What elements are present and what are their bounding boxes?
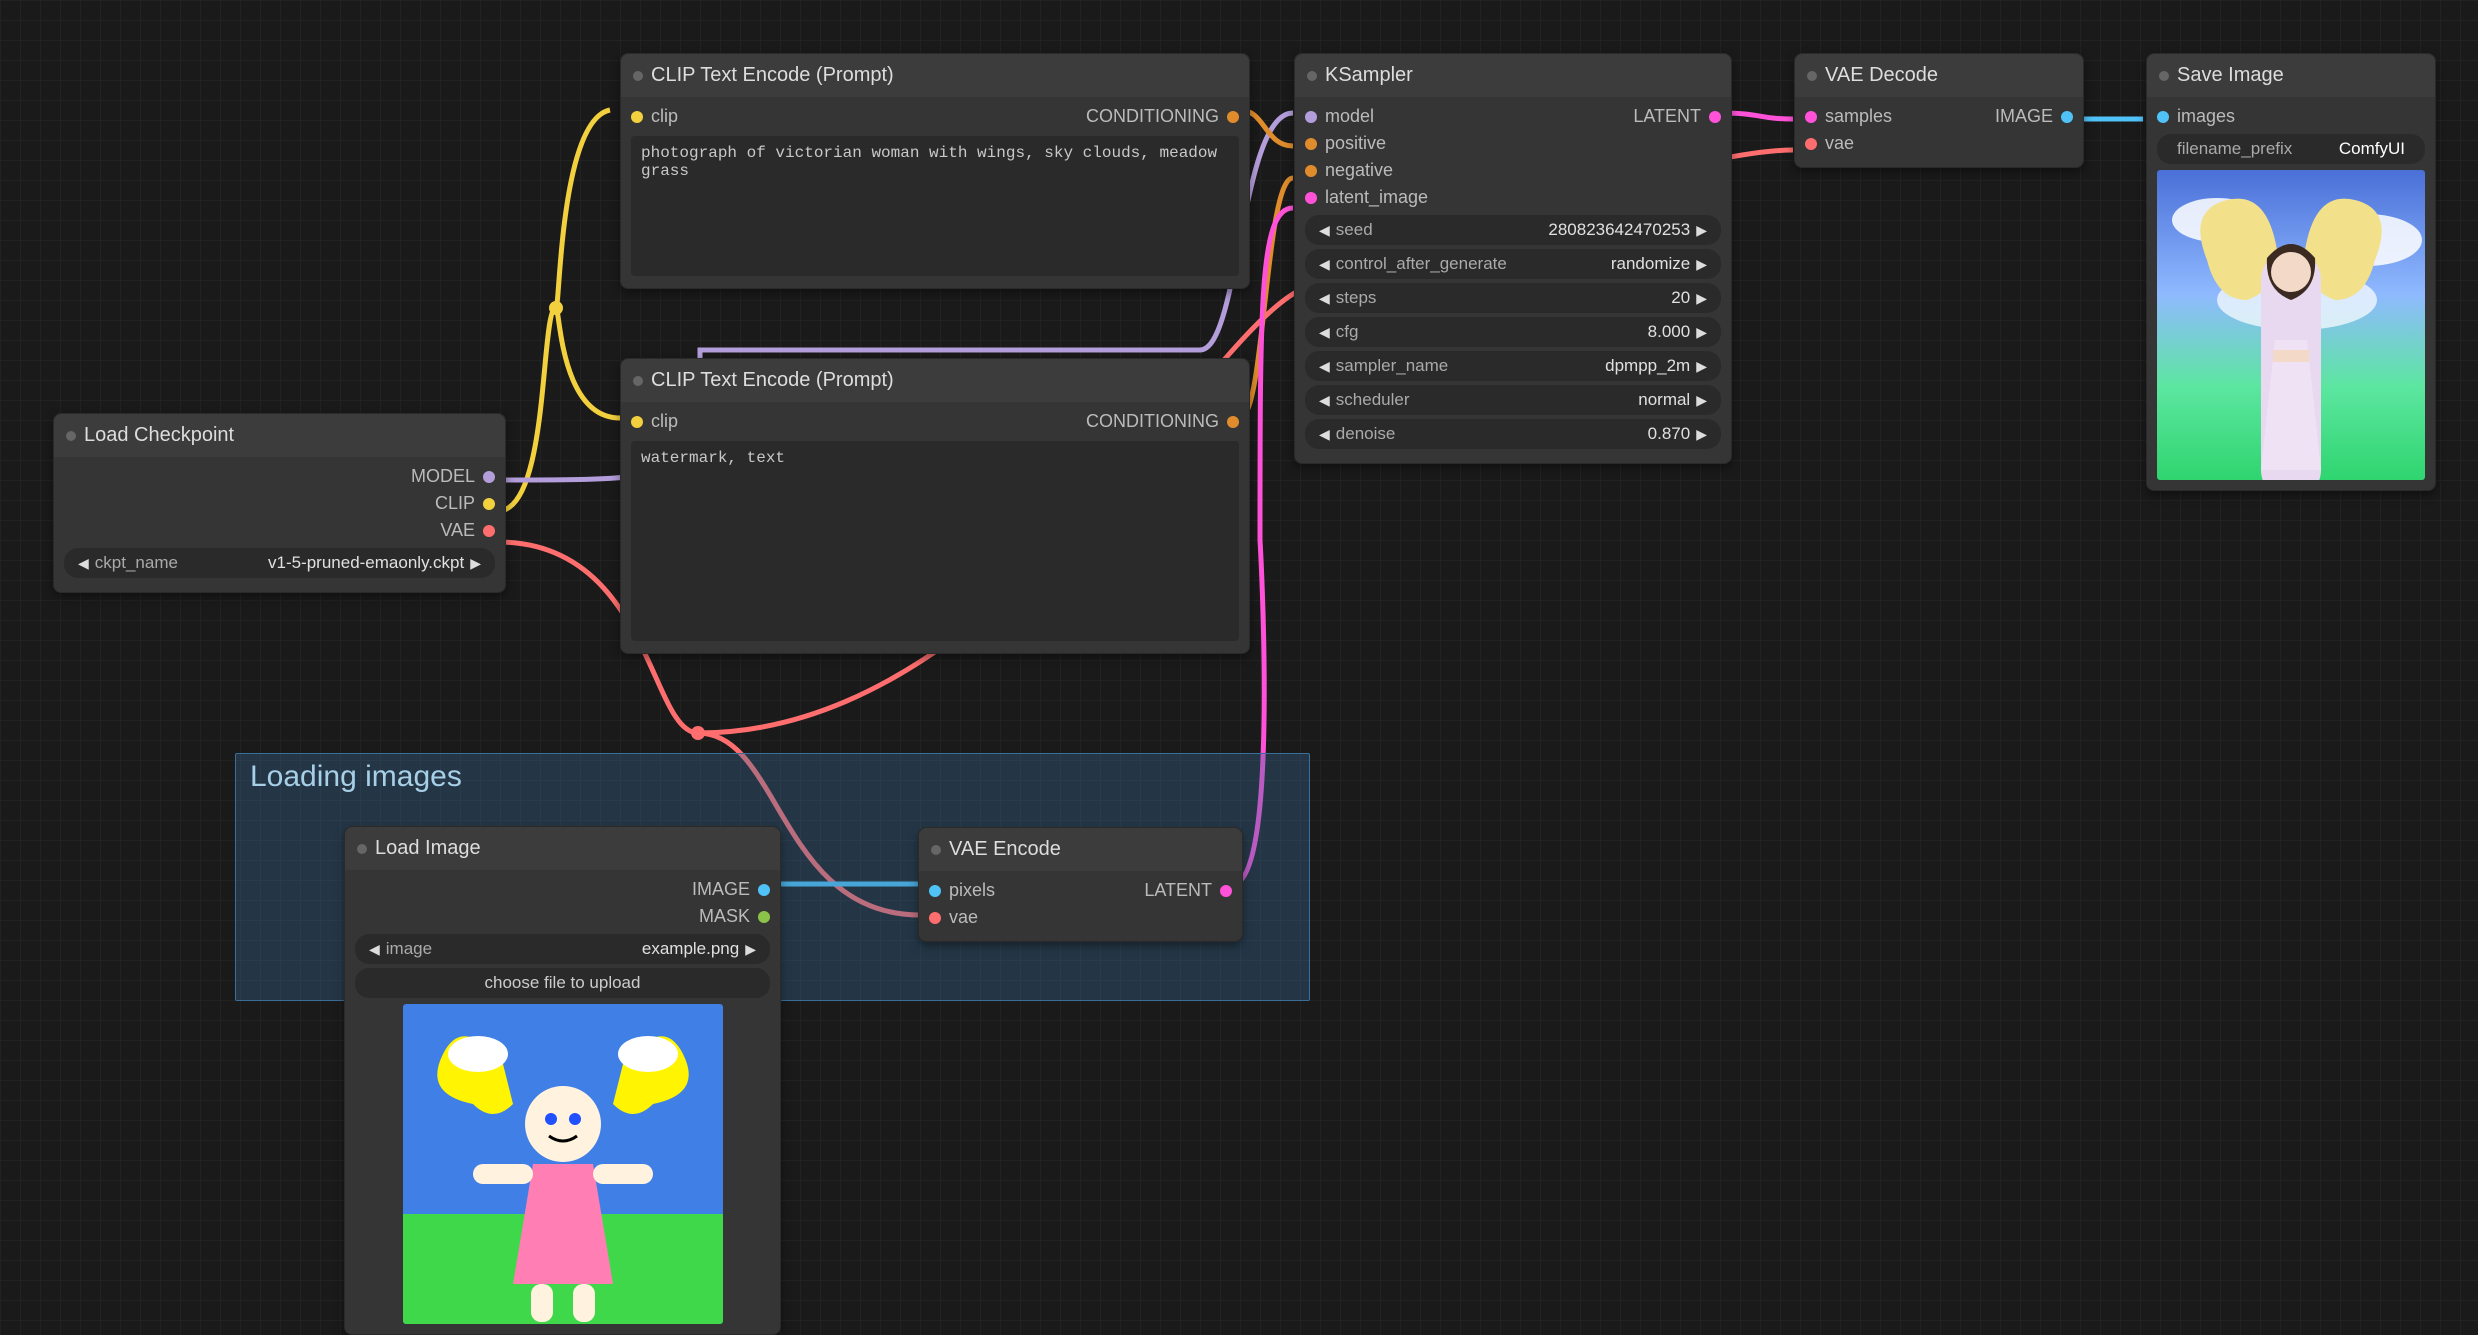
port-input-samples[interactable] (1805, 111, 1817, 123)
chevron-left-icon[interactable]: ◀ (1319, 392, 1330, 409)
widget-steps[interactable]: ◀steps20▶ (1305, 283, 1721, 313)
input-clip-label: clip (651, 411, 678, 432)
port-input-vae[interactable] (929, 912, 941, 924)
port-input-model[interactable] (1305, 111, 1317, 123)
output-conditioning-label: CONDITIONING (1086, 411, 1219, 432)
port-output-image[interactable] (758, 884, 770, 896)
widget-denoise[interactable]: ◀denoise0.870▶ (1305, 419, 1721, 449)
node-load-image[interactable]: Load Image IMAGE MASK ◀ image example.pn… (344, 826, 781, 1335)
port-output-mask[interactable] (758, 911, 770, 923)
node-title[interactable]: KSampler (1295, 54, 1731, 97)
chevron-right-icon[interactable]: ▶ (1696, 324, 1707, 341)
output-model-label: MODEL (411, 466, 475, 487)
node-load-checkpoint[interactable]: Load Checkpoint MODEL CLIP VAE ◀ ckpt_na… (53, 413, 506, 593)
port-output-model[interactable] (483, 471, 495, 483)
input-model-label: model (1325, 106, 1374, 127)
port-output-conditioning[interactable] (1227, 416, 1239, 428)
node-vae-decode[interactable]: VAE Decode samples IMAGE vae (1794, 53, 2084, 168)
upload-button[interactable]: choose file to upload (355, 968, 770, 998)
port-input-pixels[interactable] (929, 885, 941, 897)
chevron-left-icon[interactable]: ◀ (1319, 358, 1330, 375)
node-title[interactable]: VAE Encode (919, 828, 1242, 871)
chevron-left-icon[interactable]: ◀ (1319, 324, 1330, 341)
output-vae-label: VAE (440, 520, 475, 541)
port-output-image[interactable] (2061, 111, 2073, 123)
chevron-right-icon[interactable]: ▶ (1696, 222, 1707, 239)
image-preview (403, 1004, 723, 1324)
node-title[interactable]: CLIP Text Encode (Prompt) (621, 54, 1249, 97)
widget-control-after-generate[interactable]: ◀control_after_generaterandomize▶ (1305, 249, 1721, 279)
output-latent-label: LATENT (1144, 880, 1212, 901)
chevron-right-icon[interactable]: ▶ (745, 941, 756, 958)
port-input-images[interactable] (2157, 111, 2169, 123)
image-output-preview (2157, 170, 2425, 480)
node-title[interactable]: VAE Decode (1795, 54, 2083, 97)
chevron-right-icon[interactable]: ▶ (1696, 290, 1707, 307)
node-title[interactable]: Save Image (2147, 54, 2435, 97)
chevron-right-icon[interactable]: ▶ (1696, 256, 1707, 273)
chevron-right-icon[interactable]: ▶ (1696, 426, 1707, 443)
input-pixels-label: pixels (949, 880, 995, 901)
widget-sampler-name[interactable]: ◀sampler_namedpmpp_2m▶ (1305, 351, 1721, 381)
widget-seed[interactable]: ◀seed280823642470253▶ (1305, 215, 1721, 245)
group-title: Loading images (236, 754, 1309, 800)
chevron-left-icon[interactable]: ◀ (1319, 426, 1330, 443)
port-input-negative[interactable] (1305, 165, 1317, 177)
input-samples-label: samples (1825, 106, 1892, 127)
port-input-clip[interactable] (631, 416, 643, 428)
port-output-latent[interactable] (1709, 111, 1721, 123)
widget-filename-prefix[interactable]: filename_prefix ComfyUI (2157, 134, 2425, 164)
input-images-label: images (2177, 106, 2235, 127)
port-input-positive[interactable] (1305, 138, 1317, 150)
widget-scheduler[interactable]: ◀schedulernormal▶ (1305, 385, 1721, 415)
input-vae-label: vae (949, 907, 978, 928)
port-input-vae[interactable] (1805, 138, 1817, 150)
chevron-left-icon[interactable]: ◀ (1319, 222, 1330, 239)
port-output-vae[interactable] (483, 525, 495, 537)
input-clip-label: clip (651, 106, 678, 127)
output-latent-label: LATENT (1633, 106, 1701, 127)
port-output-latent[interactable] (1220, 885, 1232, 897)
chevron-left-icon[interactable]: ◀ (78, 555, 89, 572)
node-title[interactable]: CLIP Text Encode (Prompt) (621, 359, 1249, 402)
output-image-label: IMAGE (692, 879, 750, 900)
output-mask-label: MASK (699, 906, 750, 927)
prompt-text-input[interactable]: photograph of victorian woman with wings… (631, 136, 1239, 276)
port-output-clip[interactable] (483, 498, 495, 510)
node-clip-text-encode-positive[interactable]: CLIP Text Encode (Prompt) clip CONDITION… (620, 53, 1250, 289)
chevron-left-icon[interactable]: ◀ (1319, 256, 1330, 273)
widget-cfg[interactable]: ◀cfg8.000▶ (1305, 317, 1721, 347)
input-latent-image-label: latent_image (1325, 187, 1428, 208)
output-image-label: IMAGE (1995, 106, 2053, 127)
chevron-left-icon[interactable]: ◀ (1319, 290, 1330, 307)
chevron-right-icon[interactable]: ▶ (1696, 358, 1707, 375)
node-ksampler[interactable]: KSampler model LATENT positive negative … (1294, 53, 1732, 464)
widget-image[interactable]: ◀ image example.png ▶ (355, 934, 770, 964)
chevron-right-icon[interactable]: ▶ (1696, 392, 1707, 409)
input-vae-label: vae (1825, 133, 1854, 154)
widget-ckpt-name[interactable]: ◀ ckpt_name v1-5-pruned-emaonly.ckpt ▶ (64, 548, 495, 578)
input-negative-label: negative (1325, 160, 1393, 181)
output-clip-label: CLIP (435, 493, 475, 514)
node-vae-encode[interactable]: VAE Encode pixels LATENT vae (918, 827, 1243, 942)
port-output-conditioning[interactable] (1227, 111, 1239, 123)
node-title[interactable]: Load Image (345, 827, 780, 870)
chevron-left-icon[interactable]: ◀ (369, 941, 380, 958)
input-positive-label: positive (1325, 133, 1386, 154)
output-conditioning-label: CONDITIONING (1086, 106, 1219, 127)
port-input-latent-image[interactable] (1305, 192, 1317, 204)
port-input-clip[interactable] (631, 111, 643, 123)
chevron-right-icon[interactable]: ▶ (470, 555, 481, 572)
node-save-image[interactable]: Save Image images filename_prefix ComfyU… (2146, 53, 2436, 491)
node-title[interactable]: Load Checkpoint (54, 414, 505, 457)
node-clip-text-encode-negative[interactable]: CLIP Text Encode (Prompt) clip CONDITION… (620, 358, 1250, 654)
prompt-text-input[interactable]: watermark, text (631, 441, 1239, 641)
